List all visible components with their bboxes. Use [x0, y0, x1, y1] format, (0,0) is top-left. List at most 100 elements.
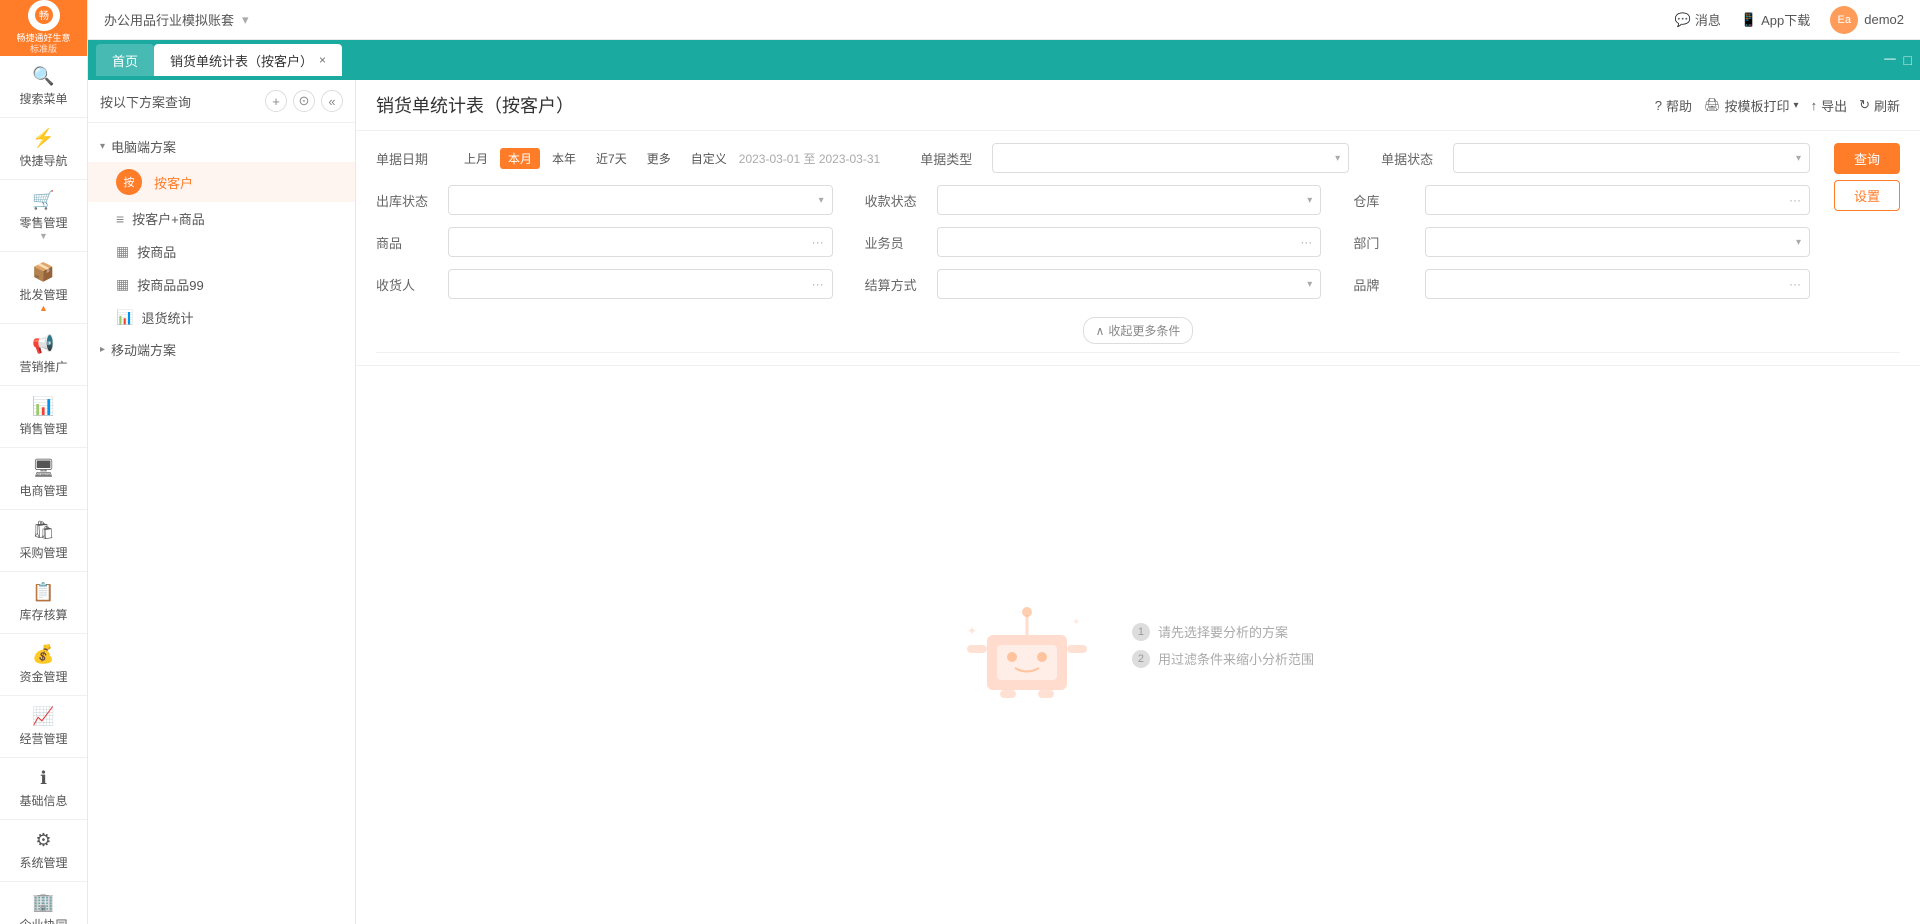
brand-select[interactable]: ···: [1425, 269, 1810, 299]
this-year-btn[interactable]: 本年: [544, 148, 584, 169]
mobile-scheme-group[interactable]: ▸ 移动端方案: [88, 334, 355, 365]
header-left: 办公用品行业模拟账套 ▾: [104, 10, 249, 29]
left-panel: 按以下方案查询 + ⊙ « ▾ 电脑端方案 按 按客户: [88, 80, 356, 924]
custom-btn[interactable]: 自定义: [683, 148, 735, 169]
sidebar-item-inventory[interactable]: 📋 库存核算: [0, 572, 88, 634]
outbound-select[interactable]: ▾: [448, 185, 833, 215]
last7days-btn[interactable]: 近7天: [588, 148, 635, 169]
settings-button[interactable]: 设置: [1834, 180, 1900, 211]
sidebar-item-ecommerce[interactable]: 🖥 电商管理: [0, 448, 88, 510]
user-menu[interactable]: Ea demo2: [1830, 6, 1904, 34]
query-button[interactable]: 查询: [1834, 143, 1900, 174]
last-month-btn[interactable]: 上月: [456, 148, 496, 169]
sales-icon: 📊: [32, 396, 54, 417]
help-btn[interactable]: ? 帮助: [1655, 96, 1692, 115]
industry-label: 办公用品行业模拟账套: [104, 10, 234, 29]
sidebar-item-retail[interactable]: 🛒 零售管理 ▼: [0, 180, 88, 252]
cart-icon: 🛒: [32, 190, 54, 211]
ecommerce-icon: 🖥: [32, 458, 55, 479]
filter-action-buttons: 查询 设置: [1834, 143, 1900, 211]
recipient-label: 收货人: [376, 275, 436, 294]
tab-close-icon[interactable]: ×: [319, 53, 326, 67]
settlement-dropdown-icon: ▾: [1307, 279, 1312, 290]
salesperson-label: 业务员: [865, 233, 925, 252]
empty-illustration: ✦ ✦: [962, 590, 1092, 700]
collapse-button[interactable]: ∧ 收起更多条件: [1083, 317, 1194, 344]
left-panel-title: 按以下方案查询: [100, 92, 191, 111]
collapse-panel-btn[interactable]: «: [321, 90, 343, 112]
logo-icon: 畅: [28, 0, 60, 31]
marketing-icon: 📢: [32, 334, 54, 355]
warehouse-more-icon: ···: [1789, 193, 1801, 207]
sidebar-item-quick-nav[interactable]: ⚡ 快捷导航: [0, 118, 88, 180]
minimize-icon[interactable]: ─: [1884, 51, 1895, 69]
top-header: 办公用品行业模拟账套 ▾ 💬 消息 📱 App下载 Ea demo2: [88, 0, 1920, 40]
app-download-btn[interactable]: 📱 App下载: [1741, 10, 1810, 29]
sidebar-item-search[interactable]: 🔍 搜索菜单: [0, 56, 88, 118]
filter-row-2: 出库状态 ▾ 收款状态 ▾ 仓库: [376, 185, 1810, 215]
desktop-scheme-group[interactable]: ▾ 电脑端方案: [88, 131, 355, 162]
product-select[interactable]: ···: [448, 227, 833, 257]
refresh-btn[interactable]: ↻ 刷新: [1859, 96, 1900, 115]
scheme-label: 按商品品99: [137, 275, 203, 294]
payment-label: 收款状态: [865, 191, 925, 210]
export-btn[interactable]: ↑ 导出: [1811, 96, 1848, 115]
table2-icon: ▦: [116, 276, 129, 293]
collapse-icon: ∧: [1096, 324, 1105, 338]
add-scheme-btn[interactable]: +: [265, 90, 287, 112]
print-dropdown-icon: ▾: [1794, 100, 1799, 111]
info-icon: ℹ: [40, 768, 47, 789]
department-select[interactable]: ▾: [1425, 227, 1810, 257]
sidebar-item-wholesale[interactable]: 📦 批发管理 ▲: [0, 252, 88, 324]
scheme-by-product[interactable]: ▦ 按商品: [88, 235, 355, 268]
left-panel-header: 按以下方案查询 + ⊙ «: [88, 80, 355, 123]
payment-select[interactable]: ▾: [937, 185, 1322, 215]
tab-sales-stats[interactable]: 销货单统计表（按客户） ×: [154, 44, 342, 76]
app-logo: 畅 畅捷通好生意 标准版: [0, 0, 88, 56]
collapse-label: 收起更多条件: [1108, 322, 1180, 339]
scheme-return-stats[interactable]: 📊 退货统计: [88, 301, 355, 334]
operations-icon: 📈: [32, 706, 54, 727]
sidebar-item-sales[interactable]: 📊 销售管理: [0, 386, 88, 448]
scheme-by-customer[interactable]: 按 按客户: [88, 162, 355, 202]
tab-actions: ─ □: [1884, 51, 1912, 69]
this-month-btn[interactable]: 本月: [500, 148, 540, 169]
message-btn[interactable]: 💬 消息: [1675, 10, 1721, 29]
sidebar-item-finance[interactable]: 💰 资金管理: [0, 634, 88, 696]
dropdown-arrow: ▾: [242, 12, 249, 28]
refresh-icon: ↻: [1859, 97, 1870, 113]
scheme-by-product-99[interactable]: ▦ 按商品品99: [88, 268, 355, 301]
edit-scheme-btn[interactable]: ⊙: [293, 90, 315, 112]
box-icon: 📦: [32, 262, 54, 283]
desktop-group-label: 电脑端方案: [111, 137, 176, 156]
department-label: 部门: [1353, 233, 1413, 252]
app-name: 畅捷通好生意 标准版: [16, 33, 70, 56]
hint-2: 2 用过滤条件来缩小分析范围: [1132, 649, 1314, 668]
outbound-dropdown-icon: ▾: [819, 195, 824, 206]
type-select[interactable]: ▾: [992, 143, 1349, 173]
product-more-icon: ···: [812, 235, 824, 249]
recipient-select[interactable]: ···: [448, 269, 833, 299]
sidebar-item-purchase[interactable]: 🛍 采购管理: [0, 510, 88, 572]
header-right: 💬 消息 📱 App下载 Ea demo2: [1675, 6, 1904, 34]
warehouse-select[interactable]: ···: [1425, 185, 1810, 215]
salesperson-select[interactable]: ···: [937, 227, 1322, 257]
more-btn[interactable]: 更多: [639, 148, 679, 169]
tab-home[interactable]: 首页: [96, 44, 154, 76]
help-icon: ?: [1655, 98, 1662, 113]
status-select[interactable]: ▾: [1453, 143, 1810, 173]
lightning-icon: ⚡: [32, 128, 54, 149]
sidebar-item-system[interactable]: ⚙ 系统管理: [0, 820, 88, 882]
sidebar-item-operations[interactable]: 📈 经营管理: [0, 696, 88, 758]
scheme-tree: ▾ 电脑端方案 按 按客户 ≡ 按客户+商品 ▦ 按商品: [88, 123, 355, 373]
settlement-select[interactable]: ▾: [937, 269, 1322, 299]
print-btn[interactable]: 🖨 按模板打印 ▾: [1704, 96, 1799, 115]
sidebar-item-marketing[interactable]: 📢 营销推广: [0, 324, 88, 386]
outbound-label: 出库状态: [376, 191, 436, 210]
sidebar-item-basic-info[interactable]: ℹ 基础信息: [0, 758, 88, 820]
type-label: 单据类型: [920, 149, 980, 168]
sidebar-item-enterprise[interactable]: 🏢 企业协同: [0, 882, 88, 924]
filter-area: 单据日期 上月 本月 本年 近7天 更多 自定义 2023-03-01 至 20…: [356, 131, 1920, 366]
scheme-by-customer-product[interactable]: ≡ 按客户+商品: [88, 202, 355, 235]
maximize-icon[interactable]: □: [1904, 52, 1912, 68]
